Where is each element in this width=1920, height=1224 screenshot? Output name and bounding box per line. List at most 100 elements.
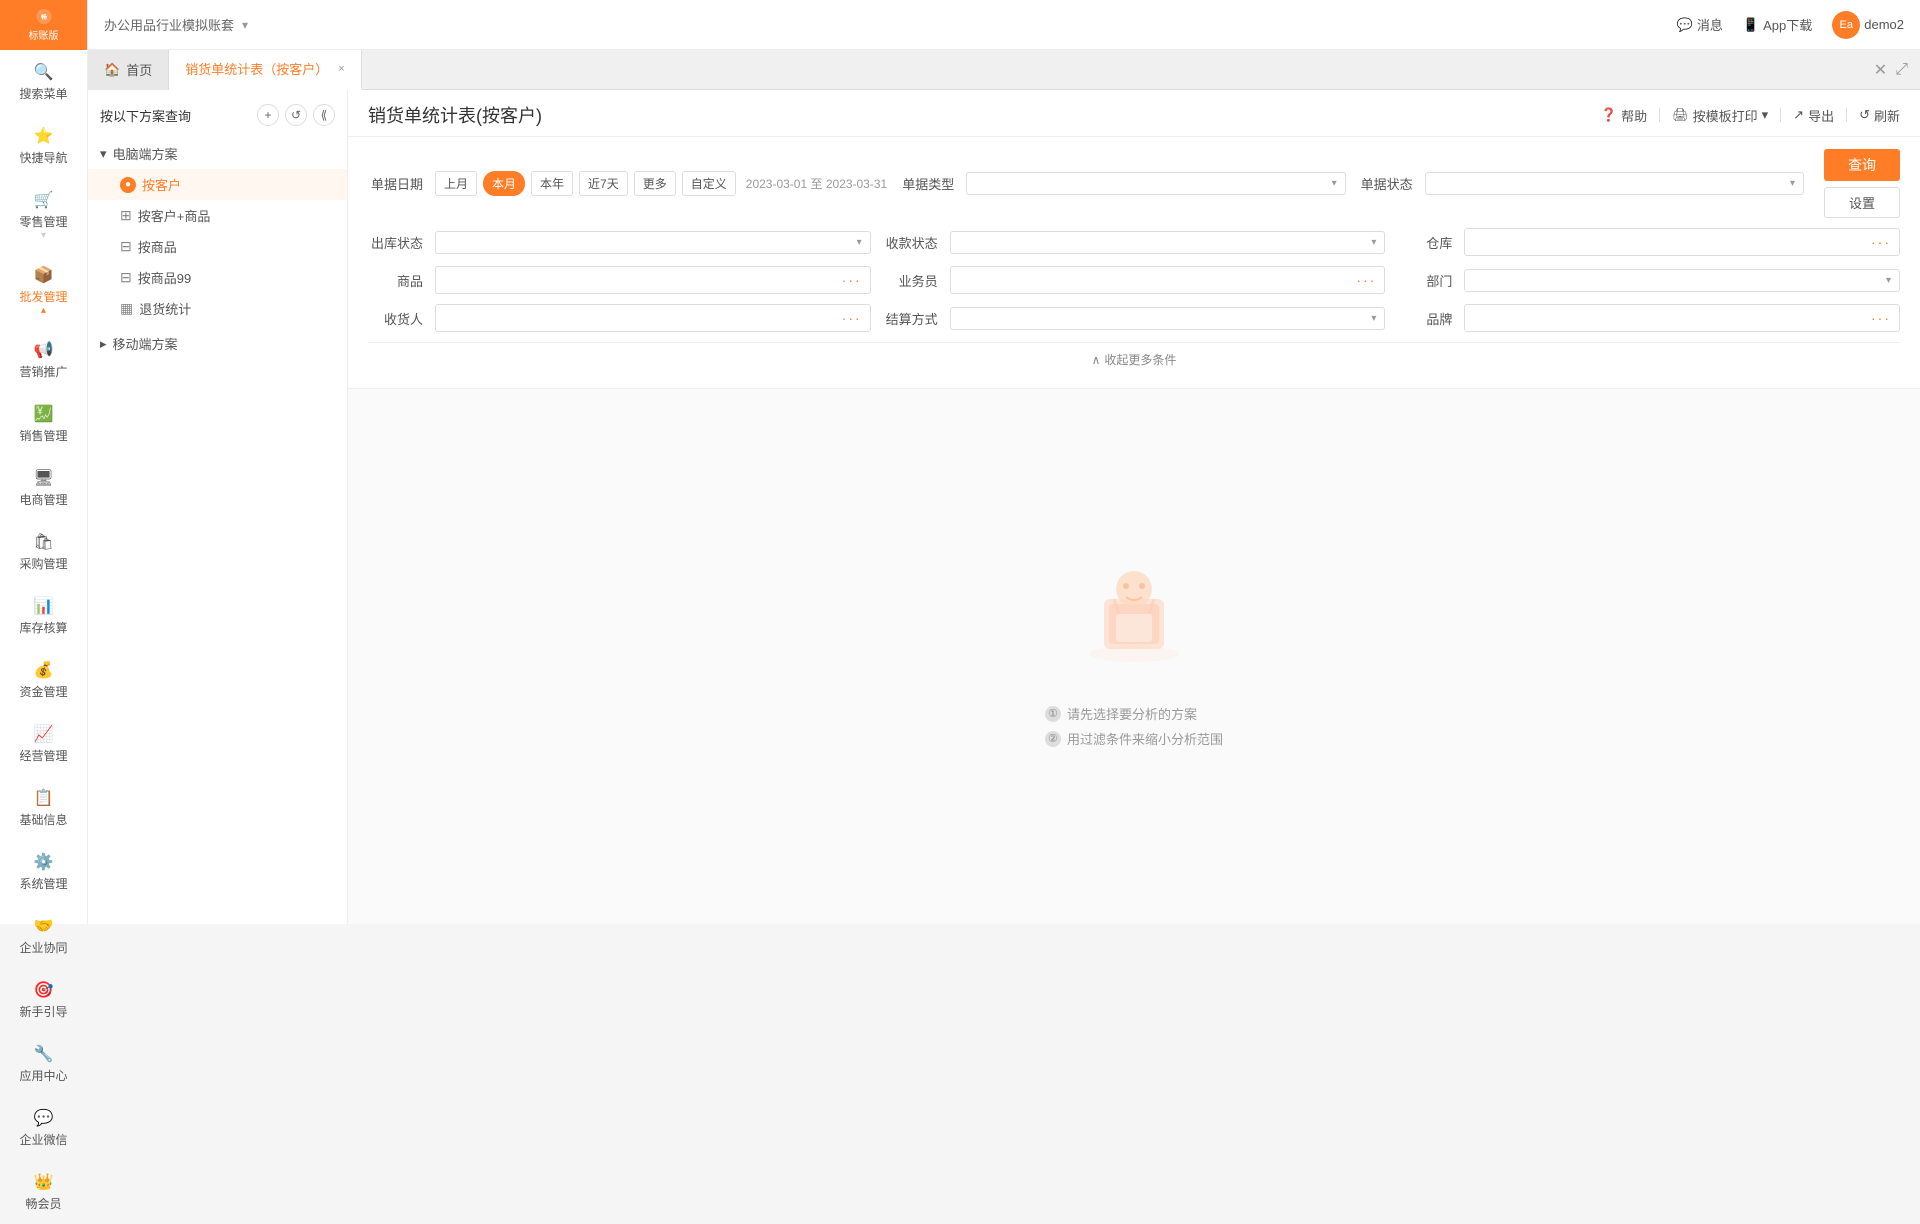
filter-row-2: 出库状态 ▾ 收款状态 ▾ 仓库 (368, 228, 1900, 256)
search-btn[interactable]: 查询 (1824, 149, 1900, 181)
collection-status-select[interactable]: ▾ (950, 231, 1386, 254)
date-btn-current-month[interactable]: 本月 (483, 171, 525, 196)
sidebar-item-marketing[interactable]: 📢 营销推广 (0, 328, 87, 392)
tree-parent-desktop[interactable]: ▾ 电脑端方案 (88, 138, 347, 169)
empty-svg (1074, 559, 1194, 669)
sidebar-item-finance[interactable]: 💰 资金管理 (0, 648, 87, 712)
tree-child-by-customer[interactable]: ● 按客户 (88, 169, 347, 200)
filter-row-4: 收货人 ··· 结算方式 ▾ 品牌 (368, 304, 1900, 332)
receiver-select[interactable]: ··· (435, 304, 871, 332)
type-col: ▾ (966, 172, 1345, 195)
download-icon: 📱 (1743, 17, 1759, 33)
payment-select[interactable]: ▾ (950, 307, 1386, 330)
info-icon: 📋 (34, 788, 54, 808)
refresh-scheme-btn[interactable]: ↺ (285, 104, 307, 126)
sidebar-item-system[interactable]: ⚙️ 系统管理 (0, 840, 87, 904)
date-btn-year[interactable]: 本年 (531, 171, 573, 196)
date-btn-7days[interactable]: 近7天 (579, 171, 628, 196)
sidebar-item-label: 新手引导 (19, 1003, 67, 1020)
collection-status-label: 收款状态 (883, 233, 938, 252)
tab-home-label: 首页 (126, 60, 152, 79)
sidebar-item-apps[interactable]: 🔧 应用中心 (0, 1032, 87, 1096)
sidebar-item-sales[interactable]: 💹 销售管理 (0, 392, 87, 456)
sidebar-item-basic[interactable]: 📋 基础信息 (0, 776, 87, 840)
sidebar-item-wechat[interactable]: 💬 企业微信 (0, 1096, 87, 1160)
sidebar-item-search[interactable]: 🔍 搜索菜单 (0, 50, 87, 114)
tree-child-by-product-99[interactable]: ⊟ 按商品99 (88, 262, 347, 293)
date-btn-more[interactable]: 更多 (634, 171, 676, 196)
setting-btn[interactable]: 设置 (1824, 187, 1900, 218)
add-scheme-btn[interactable]: + (257, 104, 279, 126)
out-status-col: ▾ (435, 231, 871, 254)
sidebar-item-wholesale[interactable]: 📦 批发管理 ▴ (0, 253, 87, 328)
dept-select[interactable]: ▾ (1464, 269, 1900, 292)
tree-parent-mobile-label: 移动端方案 (113, 334, 178, 353)
brand-select[interactable]: ··· (1464, 304, 1900, 332)
tree-child-return-stat[interactable]: ▦ 退货统计 (88, 293, 347, 324)
tab-home[interactable]: 🏠 首页 (88, 50, 169, 90)
status-select[interactable]: ▾ (1425, 172, 1804, 195)
left-panel-actions: + ↺ ⟪ (257, 104, 335, 126)
type-label: 单据类型 (899, 174, 954, 193)
sidebar-item-ecommerce[interactable]: 🖥 电商管理 (0, 456, 87, 520)
sidebar-item-quicknav[interactable]: ⭐ 快捷导航 (0, 114, 87, 178)
divider2 (1780, 108, 1781, 122)
product-col: ··· (435, 266, 871, 294)
maximize-icon[interactable]: ⤢ (1895, 61, 1908, 79)
refresh-icon: ↺ (1859, 107, 1870, 123)
collection-status-col: ▾ (950, 231, 1386, 254)
type-select[interactable]: ▾ (966, 172, 1345, 195)
sidebar-item-operations[interactable]: 📈 经营管理 (0, 712, 87, 776)
sidebar-item-label: 系统管理 (19, 875, 67, 892)
content-area: 按以下方案查询 + ↺ ⟪ ▾ 电脑端方案 ● 按客户 ⊞ 按客 (88, 90, 1920, 924)
sidebar-item-enterprise[interactable]: 🤝 企业协同 (0, 904, 87, 968)
date-btn-last-month[interactable]: 上月 (435, 171, 477, 196)
tab-sales-stat[interactable]: 销货单统计表（按客户） × (169, 50, 361, 90)
sidebar-item-newbie[interactable]: 🎯 新手引导 (0, 968, 87, 1032)
help-btn[interactable]: ❓ 帮助 (1601, 106, 1647, 125)
out-status-select[interactable]: ▾ (435, 231, 871, 254)
print-btn[interactable]: 🖨 按模板打印 ▾ (1672, 106, 1768, 125)
payment-dropdown-icon: ▾ (1371, 313, 1376, 324)
tree-child-by-product[interactable]: ⊟ 按商品 (88, 231, 347, 262)
staff-label: 业务员 (883, 271, 938, 290)
message-btn[interactable]: 💬 消息 (1677, 15, 1723, 34)
close-window-icon[interactable]: ✕ (1874, 60, 1887, 80)
topbar-dropdown-btn[interactable]: ▾ (242, 18, 248, 32)
crown-icon: 👑 (34, 1172, 54, 1192)
guide-icon: 🎯 (34, 980, 54, 1000)
tree-parent-mobile[interactable]: ▸ 移动端方案 (88, 328, 347, 359)
gear-icon: ⚙️ (34, 852, 54, 872)
refresh-btn[interactable]: ↺ 刷新 (1859, 106, 1900, 125)
sidebar-item-inventory[interactable]: 📊 库存核算 (0, 584, 87, 648)
export-btn[interactable]: ↗ 导出 (1793, 106, 1834, 125)
tip-num-2: ② (1045, 731, 1061, 747)
action-buttons: 查询 设置 (1824, 149, 1900, 218)
main-area: 办公用品行业模拟账套 ▾ 💬 消息 📱 App下载 Ea demo2 🏠 首页 … (88, 0, 1920, 924)
tree-section-mobile: ▸ 移动端方案 (88, 328, 347, 359)
payment-col: ▾ (950, 307, 1386, 330)
sidebar-item-label: 采购管理 (19, 555, 67, 572)
help-label: 帮助 (1621, 106, 1647, 125)
tab-sales-stat-label: 销货单统计表（按客户） (185, 59, 328, 78)
collapse-up-icon: ∧ (1092, 353, 1101, 367)
filter-row-1: 单据日期 上月 本月 本年 近7天 更多 自定义 2023-03-01 至 20… (368, 149, 1900, 218)
close-tab-btn[interactable]: × (338, 63, 344, 75)
app-download-btn[interactable]: 📱 App下载 (1743, 15, 1812, 34)
topbar-right: 💬 消息 📱 App下载 Ea demo2 (1677, 11, 1904, 39)
tree-child-customer-product[interactable]: ⊞ 按客户+商品 (88, 200, 347, 231)
collapse-bar[interactable]: ∧ 收起更多条件 (368, 342, 1900, 376)
warehouse-select[interactable]: ··· (1464, 228, 1900, 256)
staff-col: ··· (950, 266, 1386, 294)
empty-tips: ① 请先选择要分析的方案 ② 用过滤条件来缩小分析范围 (1045, 704, 1223, 754)
collapse-panel-btn[interactable]: ⟪ (313, 104, 335, 126)
page-actions: ❓ 帮助 🖨 按模板打印 ▾ ↗ 导出 (1601, 106, 1900, 125)
product-select[interactable]: ··· (435, 266, 871, 294)
sidebar-item-member[interactable]: 👑 畅会员 (0, 1160, 87, 1224)
sidebar-item-retail[interactable]: 🛒 零售管理 ▾ (0, 178, 87, 253)
sidebar-item-purchase[interactable]: 🛍 采购管理 (0, 520, 87, 584)
staff-select[interactable]: ··· (950, 266, 1386, 294)
date-btn-custom[interactable]: 自定义 (682, 171, 736, 196)
user-profile[interactable]: Ea demo2 (1832, 11, 1904, 39)
filter-area: 单据日期 上月 本月 本年 近7天 更多 自定义 2023-03-01 至 20… (348, 137, 1920, 389)
